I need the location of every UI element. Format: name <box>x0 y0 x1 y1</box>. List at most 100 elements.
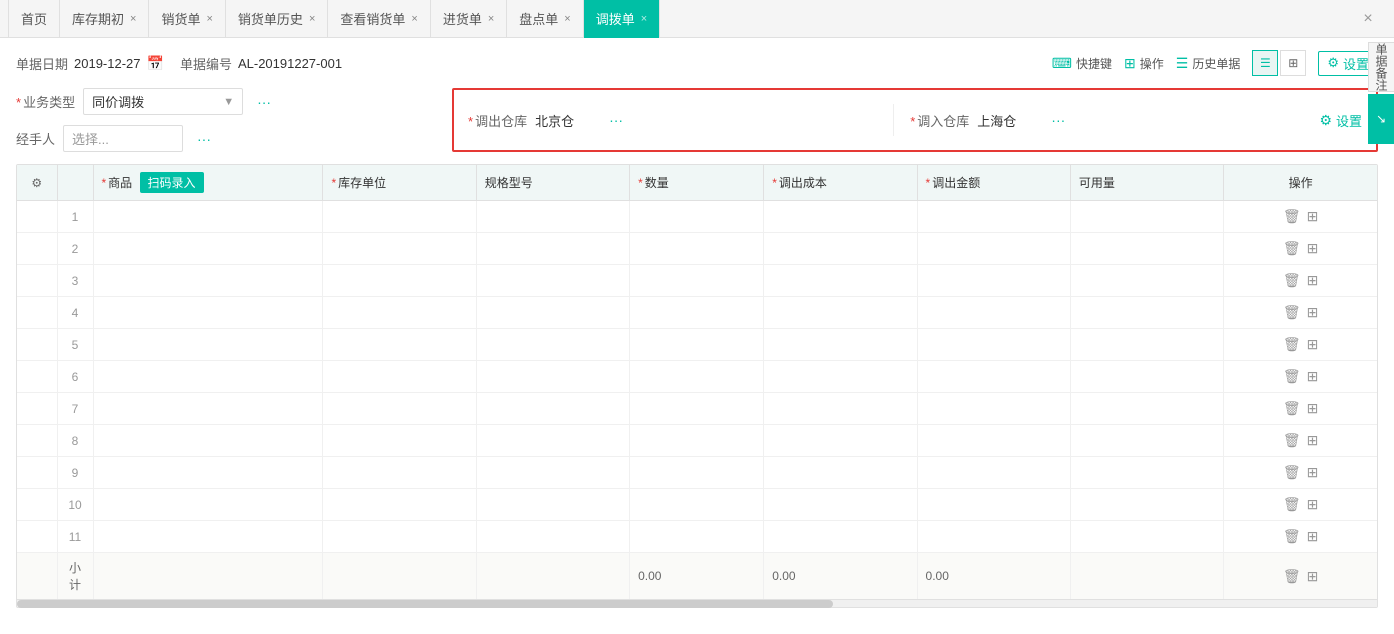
biz-type-select[interactable]: 同价调拨 ▼ <box>83 88 243 115</box>
tab-view-sales-close[interactable]: × <box>411 13 417 25</box>
row-op-cell: 🗑 ⊞ <box>1224 489 1377 521</box>
delete-icon[interactable]: 🗑 <box>1283 304 1301 321</box>
tab-sales-history[interactable]: 销货单历史 × <box>226 0 328 38</box>
row-goods-cell[interactable] <box>93 521 323 553</box>
tab-sales-order[interactable]: 销货单 × <box>149 0 225 38</box>
copy-icon[interactable]: ⊞ <box>1307 336 1319 353</box>
close-window-button[interactable]: × <box>1350 0 1386 38</box>
operations-button[interactable]: ⊞ 操作 <box>1124 55 1164 72</box>
table-settings-icon[interactable]: ⚙ <box>31 176 42 190</box>
copy-icon[interactable]: ⊞ <box>1307 368 1319 385</box>
row-num-cell: 11 <box>57 521 93 553</box>
calendar-icon[interactable]: 📅 <box>147 55 164 72</box>
history-icon: ☰ <box>1176 55 1189 72</box>
row-op-cell: 🗑 ⊞ <box>1224 393 1377 425</box>
tab-purchase[interactable]: 进货单 × <box>431 0 507 38</box>
notes-panel-button[interactable]: 单据备注 <box>1368 42 1394 92</box>
tab-stock-init[interactable]: 库存期初 × <box>60 0 149 38</box>
row-amount-cell <box>917 297 1070 329</box>
row-num-cell: 4 <box>57 297 93 329</box>
tab-view-sales[interactable]: 查看销货单 × <box>328 0 430 38</box>
doc-number-section: 单据编号 AL-20191227-001 <box>180 54 342 73</box>
row-cost-cell <box>764 297 917 329</box>
delete-icon[interactable]: 🗑 <box>1283 272 1301 289</box>
copy-icon[interactable]: ⊞ <box>1307 496 1319 513</box>
delete-icon[interactable]: 🗑 <box>1283 528 1301 545</box>
delete-icon[interactable]: 🗑 <box>1283 208 1301 225</box>
copy-icon[interactable]: ⊞ <box>1307 464 1319 481</box>
delete-icon[interactable]: 🗑 <box>1283 240 1301 257</box>
subtotal-copy-icon[interactable]: ⊞ <box>1307 568 1319 585</box>
row-num-cell: 7 <box>57 393 93 425</box>
tab-inventory[interactable]: 盘点单 × <box>507 0 583 38</box>
transfer-out-more-button[interactable]: ··· <box>609 112 623 128</box>
history-button[interactable]: ☰ 历史单据 <box>1176 55 1241 72</box>
table-row: 4 🗑 ⊞ <box>17 297 1377 329</box>
biz-type-more-button[interactable]: ··· <box>257 94 271 110</box>
tab-purchase-close[interactable]: × <box>488 13 494 25</box>
row-goods-cell[interactable] <box>93 233 323 265</box>
copy-icon[interactable]: ⊞ <box>1307 208 1319 225</box>
col-gear-header[interactable]: ⚙ <box>17 165 57 201</box>
copy-icon[interactable]: ⊞ <box>1307 528 1319 545</box>
warehouse-settings-icon: ⚙ <box>1319 112 1332 129</box>
subtotal-gear-cell <box>17 553 57 600</box>
warehouse-section: *调出仓库 北京仓 ··· *调入仓库 上海仓 ··· ⚙ 设置 <box>452 88 1378 152</box>
tab-transfer[interactable]: 调拨单 × <box>584 0 660 38</box>
row-avail-cell <box>1070 489 1223 521</box>
handler-input[interactable]: 选择... <box>63 125 183 152</box>
row-goods-cell[interactable] <box>93 393 323 425</box>
list-view-button[interactable]: ☰ <box>1252 50 1278 76</box>
row-goods-cell[interactable] <box>93 361 323 393</box>
tab-home[interactable]: 首页 <box>8 0 60 38</box>
row-goods-cell[interactable] <box>93 425 323 457</box>
delete-icon[interactable]: 🗑 <box>1283 400 1301 417</box>
row-goods-cell[interactable] <box>93 489 323 521</box>
row-goods-cell[interactable] <box>93 329 323 361</box>
copy-icon[interactable]: ⊞ <box>1307 432 1319 449</box>
row-spec-cell <box>476 361 629 393</box>
copy-icon[interactable]: ⊞ <box>1307 272 1319 289</box>
shortcuts-button[interactable]: ⌨ 快捷键 <box>1052 55 1112 72</box>
delete-icon[interactable]: 🗑 <box>1283 368 1301 385</box>
handler-more-button[interactable]: ··· <box>197 131 211 147</box>
copy-icon[interactable]: ⊞ <box>1307 304 1319 321</box>
col-cost-header: *调出成本 <box>764 165 917 201</box>
subtotal-delete-icon[interactable]: 🗑 <box>1283 568 1301 585</box>
horizontal-scrollbar[interactable] <box>17 599 1377 607</box>
tab-sales-order-close[interactable]: × <box>206 13 212 25</box>
row-unit-cell <box>323 489 476 521</box>
delete-icon[interactable]: 🗑 <box>1283 464 1301 481</box>
row-avail-cell <box>1070 393 1223 425</box>
col-amount-header: *调出金额 <box>917 165 1070 201</box>
biz-type-chevron-icon: ▼ <box>223 96 234 108</box>
tab-transfer-close[interactable]: × <box>641 13 647 25</box>
grid-view-button[interactable]: ⊞ <box>1280 50 1306 76</box>
tab-inventory-close[interactable]: × <box>564 13 570 25</box>
copy-icon[interactable]: ⊞ <box>1307 400 1319 417</box>
delete-icon[interactable]: 🗑 <box>1283 432 1301 449</box>
transfer-in-more-button[interactable]: ··· <box>1051 112 1065 128</box>
handler-field: 经手人 选择... ··· <box>16 125 436 152</box>
tab-sales-history-close[interactable]: × <box>309 13 315 25</box>
biz-type-required-star: * <box>16 95 21 110</box>
row-goods-cell[interactable] <box>93 265 323 297</box>
copy-icon[interactable]: ⊞ <box>1307 240 1319 257</box>
row-goods-cell[interactable] <box>93 297 323 329</box>
table-row: 9 🗑 ⊞ <box>17 457 1377 489</box>
scan-button[interactable]: 扫码录入 <box>140 172 204 193</box>
row-avail-cell <box>1070 521 1223 553</box>
row-gear-cell <box>17 297 57 329</box>
tab-stock-init-close[interactable]: × <box>130 13 136 25</box>
row-spec-cell <box>476 457 629 489</box>
row-qty-cell <box>630 297 764 329</box>
delete-icon[interactable]: 🗑 <box>1283 496 1301 513</box>
warehouse-settings-label[interactable]: 设置 <box>1336 111 1362 130</box>
delete-icon[interactable]: 🗑 <box>1283 336 1301 353</box>
row-qty-cell <box>630 393 764 425</box>
row-goods-cell[interactable] <box>93 201 323 233</box>
expand-panel-button[interactable]: ↗ <box>1368 94 1394 144</box>
row-qty-cell <box>630 361 764 393</box>
tab-stock-init-label: 库存期初 <box>72 9 124 28</box>
row-goods-cell[interactable] <box>93 457 323 489</box>
